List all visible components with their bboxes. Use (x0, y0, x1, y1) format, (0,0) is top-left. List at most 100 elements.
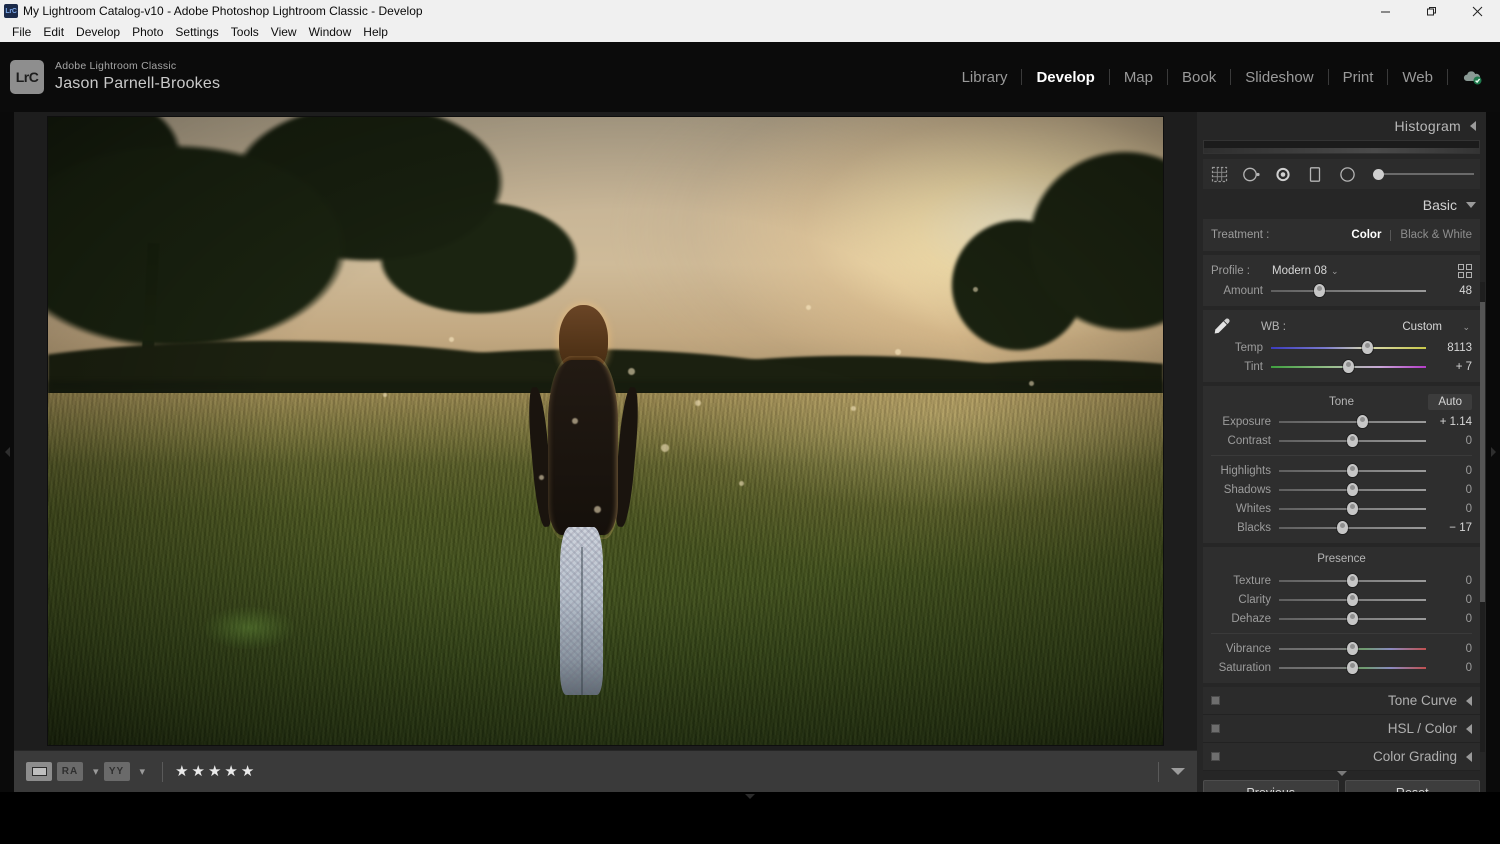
module-develop[interactable]: Develop (1022, 69, 1108, 86)
restore-icon[interactable] (1408, 0, 1454, 22)
toolbar-options-caret-icon[interactable] (1171, 768, 1185, 775)
shadows-value[interactable]: 0 (1434, 484, 1472, 496)
survey-view-icon[interactable]: YY (103, 762, 130, 781)
tool-size-track[interactable] (1384, 173, 1474, 175)
color-grading-panel-header[interactable]: Color Grading (1203, 743, 1480, 771)
cloud-sync-ok-icon[interactable] (1462, 69, 1482, 85)
chevron-left-icon[interactable] (1470, 121, 1476, 131)
amount-slider[interactable] (1271, 283, 1426, 298)
profile-browser-grid-icon[interactable] (1458, 264, 1472, 278)
whites-slider[interactable] (1279, 501, 1426, 516)
highlights-slider[interactable] (1279, 463, 1426, 478)
menu-item-help[interactable]: Help (357, 22, 394, 42)
chevron-down-icon[interactable] (1466, 202, 1476, 208)
tone-curve-enable-switch[interactable] (1211, 696, 1220, 705)
vibrance-slider-knob[interactable] (1347, 641, 1358, 655)
spot-removal-tool[interactable] (1241, 164, 1261, 184)
tone-curve-panel-header[interactable]: Tone Curve (1203, 687, 1480, 715)
red-eye-tool[interactable] (1273, 164, 1293, 184)
clarity-slider[interactable] (1279, 592, 1426, 607)
loupe-view-icon[interactable] (26, 762, 52, 781)
exposure-value[interactable]: + 1.14 (1434, 416, 1472, 428)
menu-item-file[interactable]: File (6, 22, 37, 42)
compare-view-caret-icon[interactable]: ▾ (93, 765, 99, 778)
menu-item-window[interactable]: Window (303, 22, 358, 42)
basic-panel-header[interactable]: Basic (1197, 191, 1486, 219)
contrast-slider-knob[interactable] (1347, 433, 1358, 447)
tint-slider[interactable] (1271, 359, 1426, 374)
temp-value[interactable]: 8113 (1434, 342, 1472, 354)
menu-item-tools[interactable]: Tools (225, 22, 265, 42)
chevron-left-icon[interactable] (1466, 751, 1472, 762)
contrast-slider[interactable] (1279, 433, 1426, 448)
module-library[interactable]: Library (948, 69, 1022, 86)
menu-item-view[interactable]: View (265, 22, 303, 42)
blacks-value[interactable]: − 17 (1434, 522, 1472, 534)
amount-slider-knob[interactable] (1313, 283, 1325, 297)
right-panel-scrollbar[interactable] (1480, 282, 1485, 752)
exposure-slider-knob[interactable] (1357, 414, 1369, 428)
star-2[interactable]: ★ (192, 764, 205, 779)
compare-view-icon[interactable]: RA (57, 762, 83, 781)
tint-slider-knob[interactable] (1343, 359, 1354, 373)
reset-button[interactable]: Reset (1344, 780, 1480, 792)
whites-slider-knob[interactable] (1347, 501, 1358, 515)
shadows-slider[interactable] (1279, 482, 1426, 497)
clarity-slider-knob[interactable] (1347, 592, 1358, 606)
module-web[interactable]: Web (1388, 69, 1447, 86)
blacks-slider[interactable] (1279, 520, 1426, 535)
tool-size-slider[interactable] (1373, 168, 1474, 180)
close-icon[interactable] (1454, 0, 1500, 22)
filmstrip-area[interactable] (0, 792, 1500, 844)
texture-value[interactable]: 0 (1434, 575, 1472, 587)
histogram-graph[interactable] (1203, 140, 1480, 154)
hsl-color-enable-switch[interactable] (1211, 724, 1220, 733)
saturation-slider[interactable] (1279, 660, 1426, 675)
rating-stars[interactable]: ★ ★ ★ ★ ★ (175, 764, 254, 779)
previous-button[interactable]: Previous (1203, 780, 1339, 792)
star-1[interactable]: ★ (175, 764, 188, 779)
white-balance-selector-icon[interactable] (1209, 316, 1235, 338)
minimize-icon[interactable] (1362, 0, 1408, 22)
chevron-down-icon[interactable]: ⌄ (1462, 322, 1470, 333)
treatment-option-black-and-white[interactable]: Black & White (1400, 229, 1472, 241)
scrollbar-thumb[interactable] (1480, 302, 1485, 602)
filmstrip-toggle-icon[interactable] (745, 794, 755, 799)
chevron-left-icon[interactable] (1466, 723, 1472, 734)
module-map[interactable]: Map (1110, 69, 1167, 86)
crop-overlay-tool[interactable] (1209, 164, 1229, 184)
histogram-panel-header[interactable]: Histogram (1197, 112, 1486, 140)
shadows-slider-knob[interactable] (1347, 482, 1358, 496)
whites-value[interactable]: 0 (1434, 503, 1472, 515)
image-stage[interactable] (14, 112, 1197, 750)
hsl-color-panel-header[interactable]: HSL / Color (1203, 715, 1480, 743)
tool-size-knob[interactable] (1373, 168, 1384, 180)
auto-tone-button[interactable]: Auto (1428, 394, 1472, 410)
module-book[interactable]: Book (1168, 69, 1230, 86)
dehaze-slider[interactable] (1279, 611, 1426, 626)
star-4[interactable]: ★ (224, 764, 237, 779)
graduated-filter-tool[interactable] (1305, 164, 1325, 184)
module-print[interactable]: Print (1329, 69, 1388, 86)
left-panel-toggle[interactable] (0, 112, 14, 792)
highlights-value[interactable]: 0 (1434, 465, 1472, 477)
chevron-down-icon[interactable]: ⌄ (1331, 266, 1339, 277)
highlights-slider-knob[interactable] (1347, 463, 1358, 477)
dehaze-slider-knob[interactable] (1347, 611, 1358, 625)
texture-slider[interactable] (1279, 573, 1426, 588)
menu-item-settings[interactable]: Settings (169, 22, 224, 42)
treatment-option-color[interactable]: Color (1351, 229, 1381, 241)
chevron-left-icon[interactable] (1466, 695, 1472, 706)
saturation-slider-knob[interactable] (1347, 660, 1358, 674)
right-panel-toggle[interactable] (1486, 112, 1500, 792)
texture-slider-knob[interactable] (1347, 573, 1358, 587)
menu-item-edit[interactable]: Edit (37, 22, 70, 42)
saturation-value[interactable]: 0 (1434, 662, 1472, 674)
vibrance-value[interactable]: 0 (1434, 643, 1472, 655)
radial-filter-tool[interactable] (1337, 164, 1357, 184)
vibrance-slider[interactable] (1279, 641, 1426, 656)
clarity-value[interactable]: 0 (1434, 594, 1472, 606)
survey-view-caret-icon[interactable]: ▾ (140, 765, 146, 778)
identity-plate[interactable]: Adobe Lightroom Classic Jason Parnell-Br… (55, 60, 220, 93)
profile-value[interactable]: Modern 08 (1272, 265, 1327, 277)
